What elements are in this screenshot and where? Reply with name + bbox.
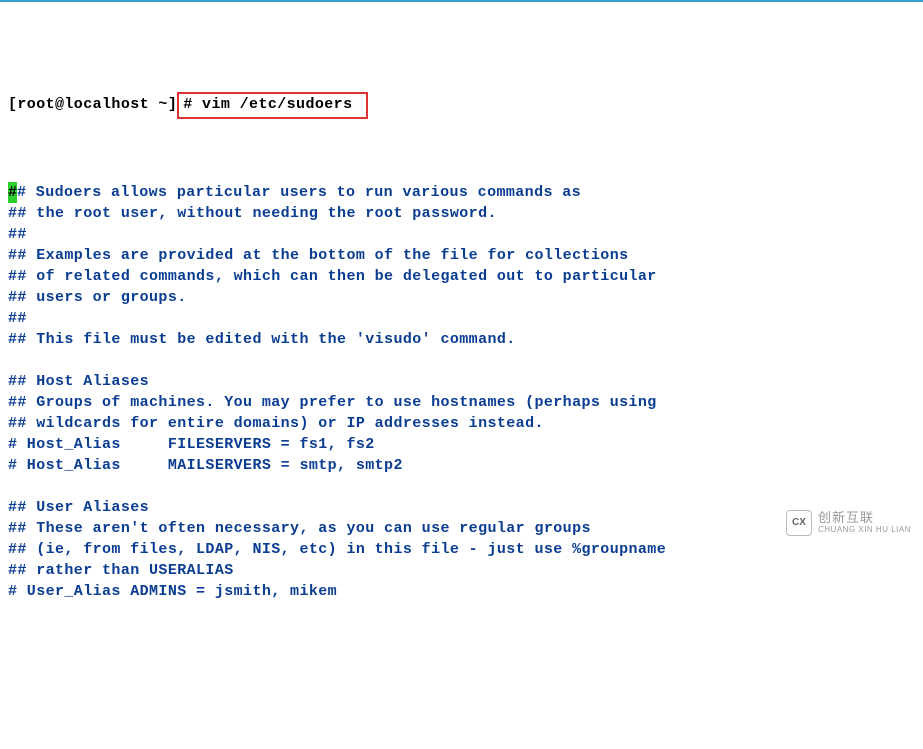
file-line: ## the root user, without needing the ro… <box>8 203 915 224</box>
command-highlight-box: # vim /etc/sudoers <box>177 92 368 119</box>
file-line: ## These aren't often necessary, as you … <box>8 518 915 539</box>
file-line: ## <box>8 308 915 329</box>
file-line: # User_Alias ADMINS = jsmith, mikem <box>8 581 915 602</box>
file-line: ## Groups of machines. You may prefer to… <box>8 392 915 413</box>
prompt-symbol: # <box>183 96 192 113</box>
file-line: # Host_Alias MAILSERVERS = smtp, smtp2 <box>8 455 915 476</box>
watermark: CX 创新互联 CHUANG XIN HU LIAN <box>786 510 911 536</box>
file-line: ## rather than USERALIAS <box>8 560 915 581</box>
prompt-user: [root@localhost ~] <box>8 96 177 113</box>
prompt-line: [root@localhost ~]# vim /etc/sudoers <box>8 92 915 119</box>
watermark-en: CHUANG XIN HU LIAN <box>818 526 911 535</box>
cursor: # <box>8 182 17 203</box>
file-line: ## This file must be edited with the 'vi… <box>8 329 915 350</box>
file-line: ## of related commands, which can then b… <box>8 266 915 287</box>
file-line: ## Sudoers allows particular users to ru… <box>8 182 915 203</box>
file-line <box>8 350 915 371</box>
file-line: ## (ie, from files, LDAP, NIS, etc) in t… <box>8 539 915 560</box>
typed-command[interactable]: vim /etc/sudoers <box>193 96 362 113</box>
file-line <box>8 476 915 497</box>
file-line: # Host_Alias FILESERVERS = fs1, fs2 <box>8 434 915 455</box>
watermark-logo-icon: CX <box>786 510 812 536</box>
file-line: ## Examples are provided at the bottom o… <box>8 245 915 266</box>
watermark-text: 创新互联 CHUANG XIN HU LIAN <box>818 511 911 534</box>
blank-line <box>8 140 915 161</box>
file-line: ## wildcards for entire domains) or IP a… <box>8 413 915 434</box>
file-line: ## users or groups. <box>8 287 915 308</box>
watermark-cn: 创新互联 <box>818 511 911 525</box>
file-line: ## User Aliases <box>8 497 915 518</box>
file-content[interactable]: ## Sudoers allows particular users to ru… <box>8 182 915 602</box>
file-line: ## Host Aliases <box>8 371 915 392</box>
file-line: ## <box>8 224 915 245</box>
